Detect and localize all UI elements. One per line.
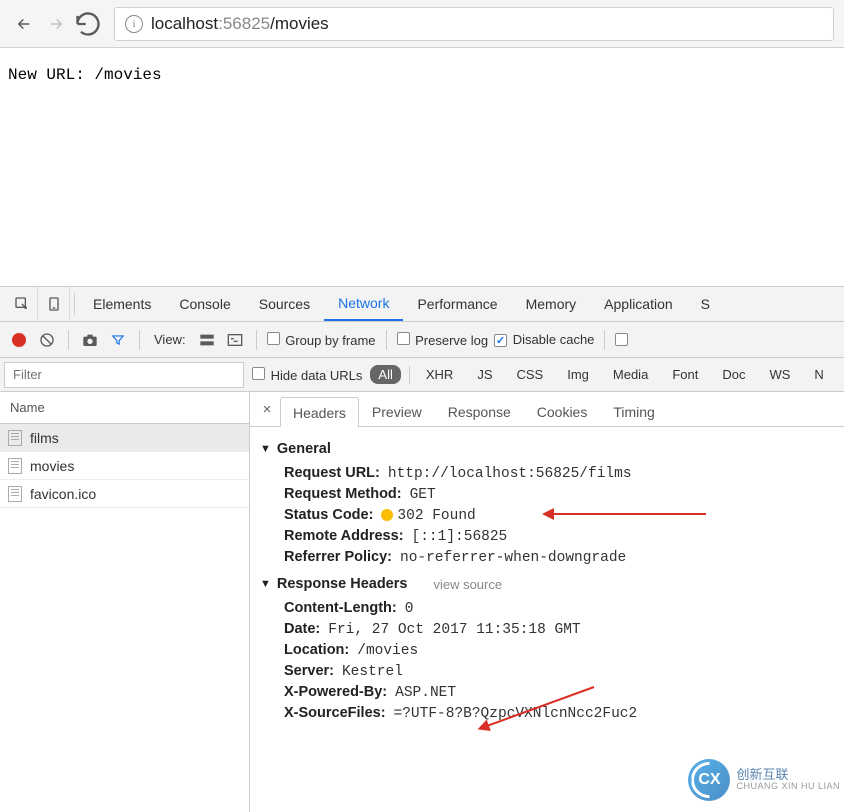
- type-ws[interactable]: WS: [761, 365, 798, 384]
- filter-input[interactable]: [4, 362, 244, 388]
- forward-button[interactable]: [42, 10, 70, 38]
- url-host: localhost: [151, 14, 218, 34]
- dtab-response[interactable]: Response: [435, 396, 524, 426]
- network-filter-row: Hide data URLs All XHR JS CSS Img Media …: [0, 358, 844, 392]
- page-body: New URL: /movies: [0, 48, 844, 286]
- type-font[interactable]: Font: [664, 365, 706, 384]
- type-all[interactable]: All: [370, 365, 400, 384]
- dtab-timing[interactable]: Timing: [600, 396, 668, 426]
- tab-sources[interactable]: Sources: [245, 287, 324, 321]
- back-button[interactable]: [10, 10, 38, 38]
- url-path: /movies: [270, 14, 329, 34]
- dtab-headers[interactable]: Headers: [280, 397, 359, 427]
- tab-memory[interactable]: Memory: [512, 287, 591, 321]
- tab-network[interactable]: Network: [324, 287, 403, 321]
- type-js[interactable]: JS: [469, 365, 500, 384]
- watermark-logo-icon: CX: [688, 759, 730, 801]
- status-dot-icon: [381, 509, 393, 521]
- document-icon: [8, 458, 22, 474]
- inspect-icon[interactable]: [6, 287, 38, 321]
- filter-icon[interactable]: [107, 329, 129, 351]
- close-details-button[interactable]: ×: [254, 392, 280, 426]
- response-headers-section[interactable]: ▼Response Headersview source: [260, 576, 834, 592]
- disable-cache[interactable]: Disable cache: [494, 332, 594, 347]
- view-source-link[interactable]: view source: [433, 577, 502, 592]
- request-row-movies[interactable]: movies: [0, 452, 249, 480]
- request-details: × Headers Preview Response Cookies Timin…: [250, 392, 844, 812]
- details-tabbar: × Headers Preview Response Cookies Timin…: [250, 392, 844, 427]
- offline-checkbox[interactable]: [615, 333, 628, 346]
- tab-elements[interactable]: Elements: [79, 287, 165, 321]
- watermark: CX 创新互联 CHUANG XIN HU LIAN: [688, 759, 840, 801]
- type-xhr[interactable]: XHR: [418, 365, 461, 384]
- type-more[interactable]: N: [806, 365, 831, 384]
- preserve-log[interactable]: Preserve log: [397, 332, 489, 348]
- view-label: View:: [150, 332, 190, 347]
- address-bar[interactable]: i localhost:56825/movies: [114, 7, 834, 41]
- dtab-cookies[interactable]: Cookies: [524, 396, 601, 426]
- request-list-header[interactable]: Name: [0, 392, 249, 424]
- network-toolbar: View: Group by frame Preserve log Disabl…: [0, 322, 844, 358]
- document-icon: [8, 486, 22, 502]
- type-img[interactable]: Img: [559, 365, 597, 384]
- dtab-preview[interactable]: Preview: [359, 396, 435, 426]
- page-text: New URL: /movies: [8, 66, 162, 84]
- device-icon[interactable]: [38, 287, 70, 321]
- group-by-frame[interactable]: Group by frame: [267, 332, 376, 348]
- tab-more[interactable]: S: [687, 287, 724, 321]
- type-media[interactable]: Media: [605, 365, 656, 384]
- devtools-panel: Elements Console Sources Network Perform…: [0, 286, 844, 812]
- clear-button[interactable]: [36, 329, 58, 351]
- type-css[interactable]: CSS: [508, 365, 551, 384]
- request-list: Name films movies favicon.ico: [0, 392, 250, 812]
- document-icon: [8, 430, 22, 446]
- site-info-icon[interactable]: i: [125, 15, 143, 33]
- waterfall-icon[interactable]: [224, 329, 246, 351]
- reload-button[interactable]: [74, 10, 102, 38]
- devtools-tabbar: Elements Console Sources Network Perform…: [0, 287, 844, 322]
- record-button[interactable]: [8, 329, 30, 351]
- request-row-favicon[interactable]: favicon.ico: [0, 480, 249, 508]
- request-row-films[interactable]: films: [0, 424, 249, 452]
- annotation-arrow-icon: [546, 513, 706, 515]
- general-section[interactable]: ▼General: [260, 441, 834, 457]
- details-body: ▼General Request URL:http://localhost:56…: [250, 427, 844, 812]
- browser-toolbar: i localhost:56825/movies: [0, 0, 844, 48]
- network-body: Name films movies favicon.ico × Headers …: [0, 392, 844, 812]
- url-port: :56825: [218, 14, 270, 34]
- tab-application[interactable]: Application: [590, 287, 687, 321]
- hide-data-urls[interactable]: Hide data URLs: [252, 367, 362, 383]
- large-rows-icon[interactable]: [196, 329, 218, 351]
- type-doc[interactable]: Doc: [714, 365, 753, 384]
- screenshot-icon[interactable]: [79, 329, 101, 351]
- tab-console[interactable]: Console: [165, 287, 244, 321]
- tab-performance[interactable]: Performance: [403, 287, 511, 321]
